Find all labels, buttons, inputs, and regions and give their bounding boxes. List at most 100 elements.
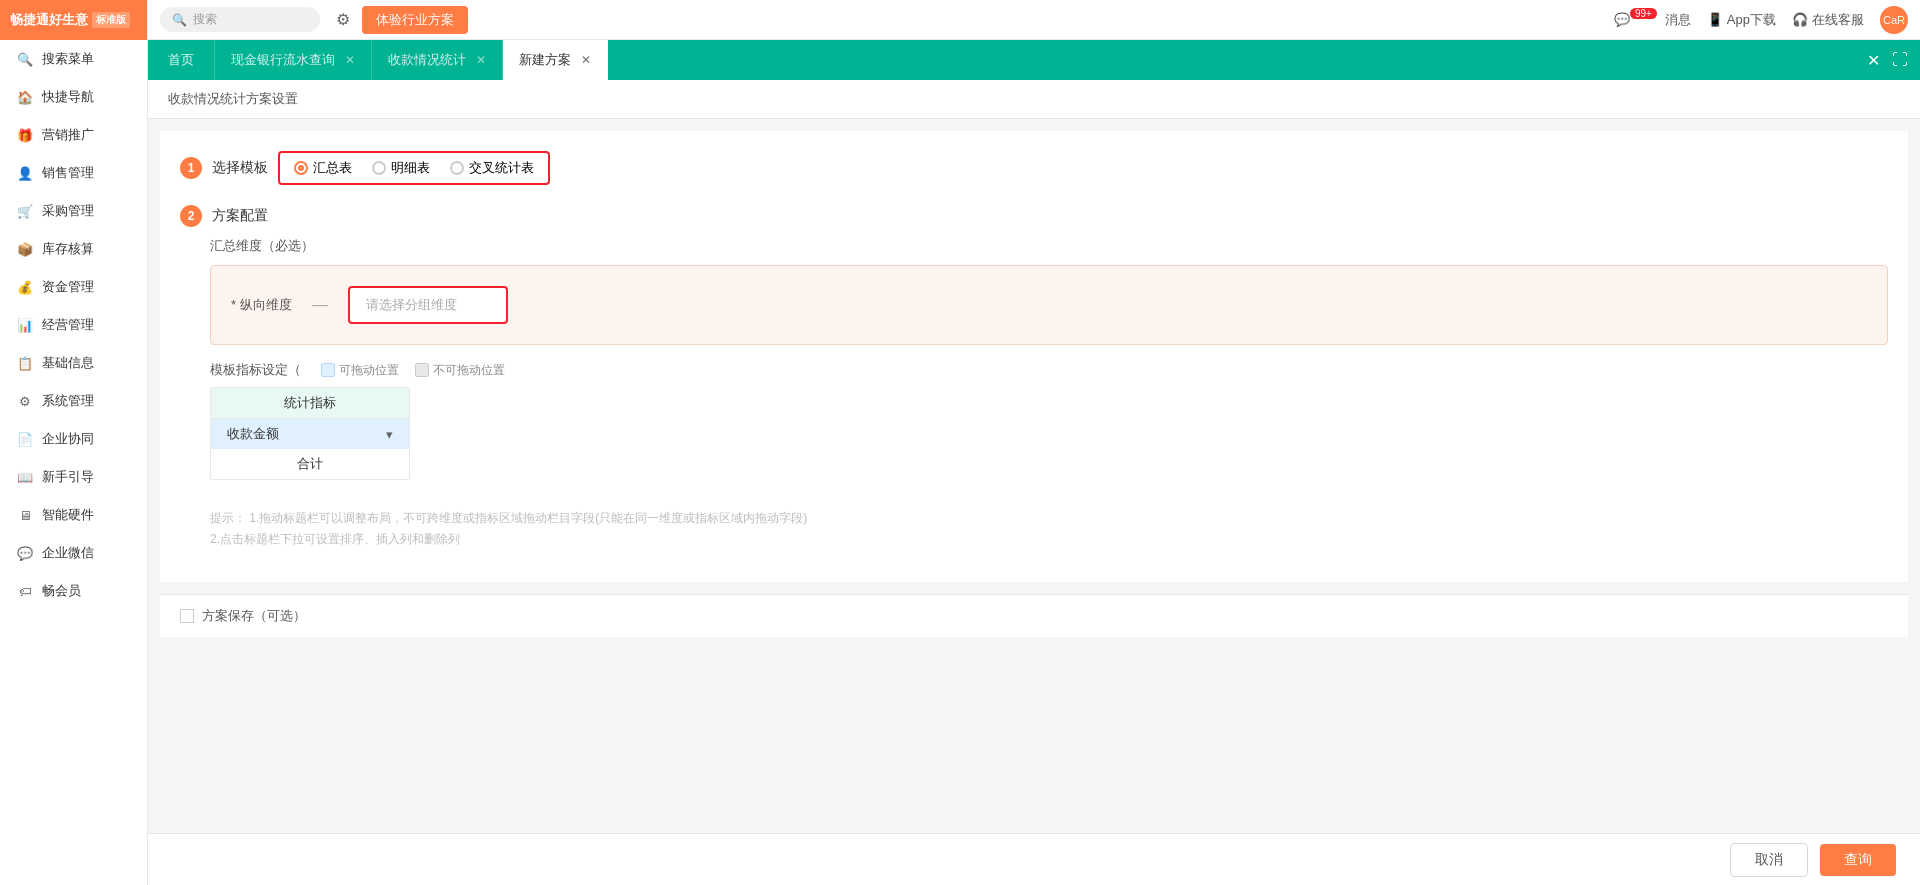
box-icon: 📦 [16, 240, 34, 258]
doc-icon: 📄 [16, 430, 34, 448]
sidebar-item-sales[interactable]: 👤 销售管理 [0, 154, 147, 192]
sidebar-label-operation: 经营管理 [42, 316, 94, 334]
breadcrumb-text: 收款情况统计方案设置 [168, 91, 298, 106]
save-section: 方案保存（可选） [160, 594, 1908, 637]
step1-badge: 1 [180, 157, 202, 179]
edition-badge: 标准版 [92, 12, 130, 28]
avatar-text: CaR [1883, 14, 1905, 26]
user-avatar[interactable]: CaR [1880, 6, 1908, 34]
group-dimension-selector[interactable]: 请选择分组维度 [348, 286, 508, 324]
metric-dropdown-icon[interactable]: ▾ [386, 427, 393, 442]
radio-detail[interactable]: 明细表 [372, 159, 430, 177]
headset-icon: 🎧 [1792, 12, 1808, 27]
message-label: 消息 [1665, 11, 1691, 29]
radio-cross-label: 交叉统计表 [469, 159, 534, 177]
draggable-legend-box [321, 363, 335, 377]
message-icon: 💬 [1614, 12, 1630, 27]
form-body: 1 选择模板 汇总表 明细表 交叉统计表 [160, 131, 1908, 582]
sidebar-item-member[interactable]: 🏷 畅会员 [0, 572, 147, 610]
sidebar-item-search-menu[interactable]: 🔍 搜索菜单 [0, 40, 147, 78]
cart-icon: 🛒 [16, 202, 34, 220]
gift-icon: 🎁 [16, 126, 34, 144]
clipboard-icon: 📋 [16, 354, 34, 372]
tag-icon: 🏷 [16, 582, 34, 600]
query-button[interactable]: 查询 [1820, 844, 1896, 876]
sidebar-item-corp-collab[interactable]: 📄 企业协同 [0, 420, 147, 458]
app-download-label: App下载 [1727, 11, 1776, 29]
tip-line2: 2.点击标题栏下拉可设置排序、插入列和删除列 [210, 531, 1888, 548]
step1-row: 1 选择模板 汇总表 明细表 交叉统计表 [180, 151, 1888, 185]
sidebar-label-corp-wechat: 企业微信 [42, 544, 94, 562]
message-badge: 99+ [1630, 8, 1657, 19]
stats-table: 统计指标 收款金额 ▾ 合计 [210, 387, 410, 480]
sidebar-label-member: 畅会员 [42, 582, 81, 600]
sidebar: 畅捷通好生意 标准版 🔍 搜索菜单 🏠 快捷导航 🎁 营销推广 👤 销售管理 🛒… [0, 0, 148, 885]
tab-new-plan[interactable]: 新建方案 ✕ [503, 40, 608, 80]
tabbar-actions: ✕ ⛶ [1867, 51, 1920, 70]
sidebar-item-newbie[interactable]: 📖 新手引导 [0, 458, 147, 496]
sidebar-label-purchase: 采购管理 [42, 202, 94, 220]
maximize-icon[interactable]: ⛶ [1892, 51, 1908, 69]
sidebar-item-corp-wechat[interactable]: 💬 企业微信 [0, 534, 147, 572]
template-radio-group: 汇总表 明细表 交叉统计表 [278, 151, 550, 185]
radio-summary[interactable]: 汇总表 [294, 159, 352, 177]
selector-placeholder: 请选择分组维度 [366, 297, 457, 312]
metric-name: 收款金额 [227, 425, 279, 443]
tab-receipt-stats[interactable]: 收款情况统计 ✕ [372, 40, 503, 80]
topbar: 🔍 搜索 ⚙ 体验行业方案 💬 99+ 消息 📱 App下载 🎧 在线客服 Ca… [148, 0, 1920, 40]
settings-icon[interactable]: ⚙ [336, 10, 350, 29]
radio-summary-circle [294, 161, 308, 175]
radio-cross[interactable]: 交叉统计表 [450, 159, 534, 177]
mobile-icon: 📱 [1707, 12, 1723, 27]
tab-receipt-stats-close-icon[interactable]: ✕ [476, 53, 486, 67]
draggable-legend: 可拖动位置 [321, 362, 399, 379]
sidebar-label-newbie: 新手引导 [42, 468, 94, 486]
sidebar-item-basic-info[interactable]: 📋 基础信息 [0, 344, 147, 382]
sidebar-item-finance[interactable]: 💰 资金管理 [0, 268, 147, 306]
chart-icon: 📊 [16, 316, 34, 334]
chat-icon: 💬 [16, 544, 34, 562]
radio-cross-circle [450, 161, 464, 175]
cancel-button[interactable]: 取消 [1730, 843, 1808, 877]
fixed-legend-label: 不可拖动位置 [433, 362, 505, 379]
tab-new-plan-label: 新建方案 [519, 51, 571, 69]
metrics-header: 模板指标设定（ 可拖动位置 不可拖动位置 [210, 361, 1888, 379]
sidebar-item-inventory[interactable]: 📦 库存核算 [0, 230, 147, 268]
sidebar-item-quick-nav[interactable]: 🏠 快捷导航 [0, 78, 147, 116]
summary-dimension-text: 汇总维度（必选） [210, 238, 314, 253]
step2-badge: 2 [180, 205, 202, 227]
money-icon: 💰 [16, 278, 34, 296]
draggable-legend-label: 可拖动位置 [339, 362, 399, 379]
user-icon: 👤 [16, 164, 34, 182]
search-menu-icon: 🔍 [16, 50, 34, 68]
save-checkbox[interactable] [180, 609, 194, 623]
sidebar-logo: 畅捷通好生意 标准版 [0, 0, 147, 40]
tab-home[interactable]: 首页 [148, 40, 215, 80]
industry-solution-button[interactable]: 体验行业方案 [362, 6, 468, 34]
sidebar-item-marketing[interactable]: 🎁 营销推广 [0, 116, 147, 154]
tab-cash-flow-label: 现金银行流水查询 [231, 51, 335, 69]
gear-icon: ⚙ [16, 392, 34, 410]
sidebar-label-search-menu: 搜索菜单 [42, 50, 94, 68]
tab-cash-flow-close-icon[interactable]: ✕ [345, 53, 355, 67]
sidebar-label-system: 系统管理 [42, 392, 94, 410]
sidebar-item-purchase[interactable]: 🛒 采购管理 [0, 192, 147, 230]
tab-new-plan-close-icon[interactable]: ✕ [581, 53, 591, 67]
sidebar-label-inventory: 库存核算 [42, 240, 94, 258]
radio-summary-label: 汇总表 [313, 159, 352, 177]
metrics-setting-label: 模板指标设定（ [210, 361, 301, 379]
search-box[interactable]: 🔍 搜索 [160, 7, 320, 32]
sidebar-item-system[interactable]: ⚙ 系统管理 [0, 382, 147, 420]
main-area: 🔍 搜索 ⚙ 体验行业方案 💬 99+ 消息 📱 App下载 🎧 在线客服 Ca… [148, 0, 1920, 885]
sidebar-item-operation[interactable]: 📊 经营管理 [0, 306, 147, 344]
close-window-icon[interactable]: ✕ [1867, 51, 1880, 70]
page-content: 收款情况统计方案设置 1 选择模板 汇总表 明细表 [148, 80, 1920, 833]
online-support-button[interactable]: 🎧 在线客服 [1792, 11, 1864, 29]
tab-home-label: 首页 [168, 51, 194, 69]
message-button[interactable]: 💬 99+ 消息 [1614, 11, 1691, 29]
app-download-button[interactable]: 📱 App下载 [1707, 11, 1776, 29]
tab-cash-flow[interactable]: 现金银行流水查询 ✕ [215, 40, 372, 80]
home-icon: 🏠 [16, 88, 34, 106]
sidebar-item-smart-hw[interactable]: 🖥 智能硬件 [0, 496, 147, 534]
tabbar: 首页 现金银行流水查询 ✕ 收款情况统计 ✕ 新建方案 ✕ ✕ ⛶ [148, 40, 1920, 80]
